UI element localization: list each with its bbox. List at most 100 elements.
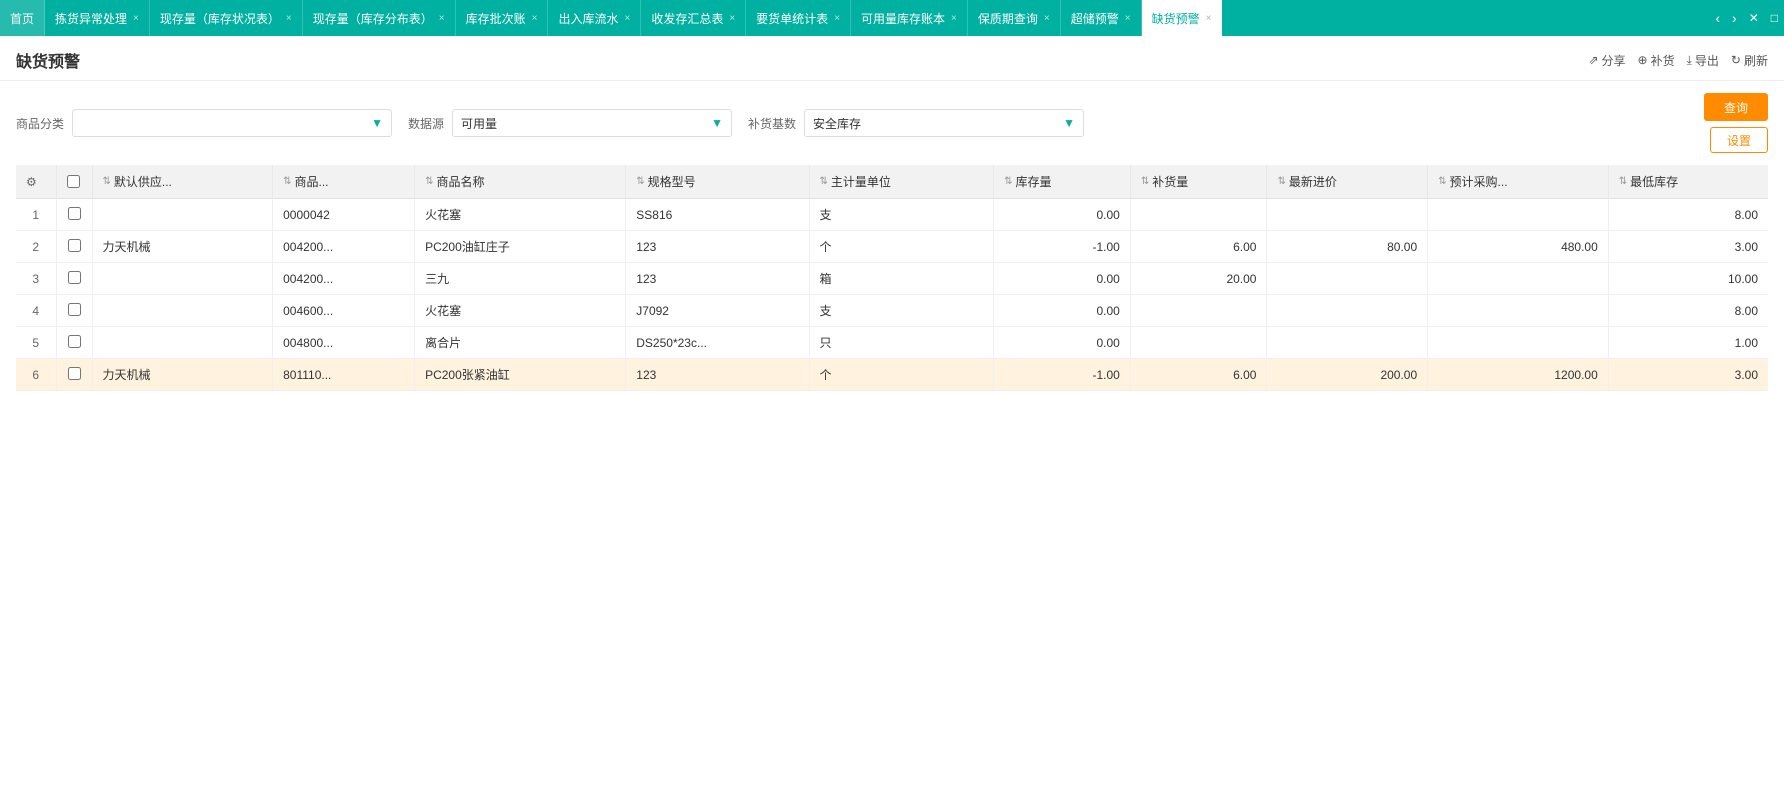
row-est-purchase: 1200.00 [1428, 359, 1609, 391]
category-dropdown-icon: ▼ [371, 116, 383, 130]
top-navigation: 首页 拣货异常处理 × 现存量（库存状况表） × 现存量（库存分布表） × 库存… [0, 0, 1784, 36]
row-spec: J7092 [626, 295, 809, 327]
row-product-code: 004200... [273, 263, 415, 295]
refresh-button[interactable]: ↻ 刷新 [1731, 52, 1768, 69]
nav-tab-order-stats-close[interactable]: × [834, 13, 840, 24]
row-product-code: 801110... [273, 359, 415, 391]
nav-tab-receive-summary-close[interactable]: × [729, 13, 735, 24]
col-spec[interactable]: ⇅ 规格型号 [626, 165, 809, 199]
col-latest-price[interactable]: ⇅ 最新进价 [1267, 165, 1428, 199]
row-supplier: 力天机械 [92, 231, 273, 263]
row-checkbox-5[interactable] [68, 335, 81, 348]
nav-tab-receive-summary[interactable]: 收发存汇总表 × [641, 0, 746, 36]
nav-arrow-left[interactable]: ‹ [1709, 10, 1726, 26]
nav-arrow-right[interactable]: › [1726, 10, 1743, 26]
row-num-4: 4 [16, 295, 56, 327]
nav-tab-exception-close[interactable]: × [133, 13, 139, 24]
gear-settings-icon[interactable]: ⚙ [26, 175, 37, 189]
nav-tab-batch-account-label: 库存批次账 [466, 10, 526, 27]
row-est-purchase: 480.00 [1428, 231, 1609, 263]
category-filter: 商品分类 ▼ [16, 109, 392, 137]
nav-arrows: ‹ › ✕ □ [1709, 10, 1784, 26]
nav-tab-expiry-query-close[interactable]: × [1044, 13, 1050, 24]
nav-tab-batch-account-close[interactable]: × [532, 13, 538, 24]
refresh-label: 刷新 [1744, 52, 1768, 69]
col-est-purchase[interactable]: ⇅ 预计采购... [1428, 165, 1609, 199]
col-replenish-qty-label: 补货量 [1152, 173, 1188, 190]
table-row[interactable]: 5 004800... 离合片 DS250*23c... 只 0.00 1.00 [16, 327, 1768, 359]
nav-tab-exception[interactable]: 拣货异常处理 × [45, 0, 150, 36]
nav-tab-inventory-status-close[interactable]: × [286, 13, 292, 24]
nav-tab-inventory-dist-label: 现存量（库存分布表） [313, 10, 433, 27]
settings-button[interactable]: 设置 [1710, 127, 1768, 153]
row-checkbox-3[interactable] [68, 271, 81, 284]
nav-tab-inventory-dist-close[interactable]: × [439, 13, 445, 24]
row-checkbox-2[interactable] [68, 239, 81, 252]
table-row[interactable]: 2 力天机械 004200... PC200油缸庄子 123 个 -1.00 6… [16, 231, 1768, 263]
nav-tab-overstock-label: 超储预警 [1071, 10, 1119, 27]
col-stock[interactable]: ⇅ 库存量 [994, 165, 1131, 199]
row-unit: 箱 [809, 263, 994, 295]
export-button[interactable]: ⤓ 导出 [1687, 52, 1719, 69]
row-est-purchase [1428, 327, 1609, 359]
nav-tab-home[interactable]: 首页 [0, 0, 45, 36]
table-row[interactable]: 3 004200... 三九 123 箱 0.00 20.00 10.00 [16, 263, 1768, 295]
share-icon: ⇗ [1588, 53, 1598, 67]
nav-tab-shortage-label: 缺货预警 [1152, 10, 1200, 27]
row-unit: 支 [809, 199, 994, 231]
col-supplier-sort-icon: ⇅ [103, 176, 111, 187]
refresh-icon: ↻ [1731, 53, 1741, 67]
col-replenish-qty[interactable]: ⇅ 补货量 [1130, 165, 1267, 199]
filter-actions: 查询 设置 [1704, 93, 1768, 153]
table-row[interactable]: 4 004600... 火花塞 J7092 支 0.00 8.00 [16, 295, 1768, 327]
row-min-stock: 8.00 [1608, 295, 1768, 327]
row-stock: 0.00 [994, 295, 1131, 327]
col-product-name[interactable]: ⇅ 商品名称 [415, 165, 626, 199]
nav-tab-inout-flow[interactable]: 出入库流水 × [548, 0, 641, 36]
row-supplier [92, 295, 273, 327]
nav-tab-avail-ledger-label: 可用量库存账本 [861, 10, 945, 27]
col-min-stock[interactable]: ⇅ 最低库存 [1608, 165, 1768, 199]
nav-tab-order-stats[interactable]: 要货单统计表 × [746, 0, 851, 36]
nav-tab-inventory-dist[interactable]: 现存量（库存分布表） × [303, 0, 456, 36]
nav-tab-inventory-status[interactable]: 现存量（库存状况表） × [150, 0, 303, 36]
row-checkbox-6[interactable] [68, 367, 81, 380]
nav-tab-overstock[interactable]: 超储预警 × [1061, 0, 1142, 36]
col-unit[interactable]: ⇅ 主计量单位 [809, 165, 994, 199]
row-product-name: 火花塞 [415, 199, 626, 231]
nav-tab-avail-ledger[interactable]: 可用量库存账本 × [851, 0, 968, 36]
col-product-code[interactable]: ⇅ 商品... [273, 165, 415, 199]
table-row[interactable]: 1 0000042 火花塞 SS816 支 0.00 8.00 [16, 199, 1768, 231]
row-replenish-qty [1130, 327, 1267, 359]
page-container: 缺货预警 ⇗ 分享 ⊕ 补货 ⤓ 导出 ↻ 刷新 商品分类 [0, 36, 1784, 796]
query-button[interactable]: 查询 [1704, 93, 1768, 121]
datasource-select[interactable]: 可用量 ▼ [452, 109, 732, 137]
nav-tab-avail-ledger-close[interactable]: × [951, 13, 957, 24]
nav-tab-shortage-close[interactable]: × [1206, 13, 1212, 24]
nav-window-restore[interactable]: ✕ [1743, 11, 1765, 25]
nav-tab-shortage[interactable]: 缺货预警 × [1142, 0, 1223, 36]
category-select[interactable]: ▼ [72, 109, 392, 137]
replenish-button[interactable]: ⊕ 补货 [1638, 52, 1675, 69]
row-checkbox-4[interactable] [68, 303, 81, 316]
nav-tab-inout-flow-close[interactable]: × [624, 13, 630, 24]
nav-tab-inventory-status-label: 现存量（库存状况表） [160, 10, 280, 27]
col-checkbox [56, 165, 92, 199]
row-product-name: 火花塞 [415, 295, 626, 327]
nav-tab-overstock-close[interactable]: × [1125, 13, 1131, 24]
nav-tab-home-label: 首页 [10, 10, 34, 27]
nav-tab-batch-account[interactable]: 库存批次账 × [456, 0, 549, 36]
nav-tab-expiry-query[interactable]: 保质期查询 × [968, 0, 1061, 36]
nav-window-max[interactable]: □ [1765, 11, 1784, 25]
col-supplier[interactable]: ⇅ 默认供应... [92, 165, 273, 199]
col-est-purchase-sort-icon: ⇅ [1438, 176, 1446, 187]
row-product-code: 004800... [273, 327, 415, 359]
replenish-base-select[interactable]: 安全库存 ▼ [804, 109, 1084, 137]
share-button[interactable]: ⇗ 分享 [1588, 52, 1625, 69]
row-checkbox-1[interactable] [68, 207, 81, 220]
table-row[interactable]: 6 力天机械 801110... PC200张紧油缸 123 个 -1.00 6… [16, 359, 1768, 391]
row-latest-price [1267, 199, 1428, 231]
page-title: 缺货预警 [16, 48, 80, 72]
select-all-checkbox[interactable] [67, 175, 80, 188]
replenish-base-dropdown-icon: ▼ [1063, 116, 1075, 130]
